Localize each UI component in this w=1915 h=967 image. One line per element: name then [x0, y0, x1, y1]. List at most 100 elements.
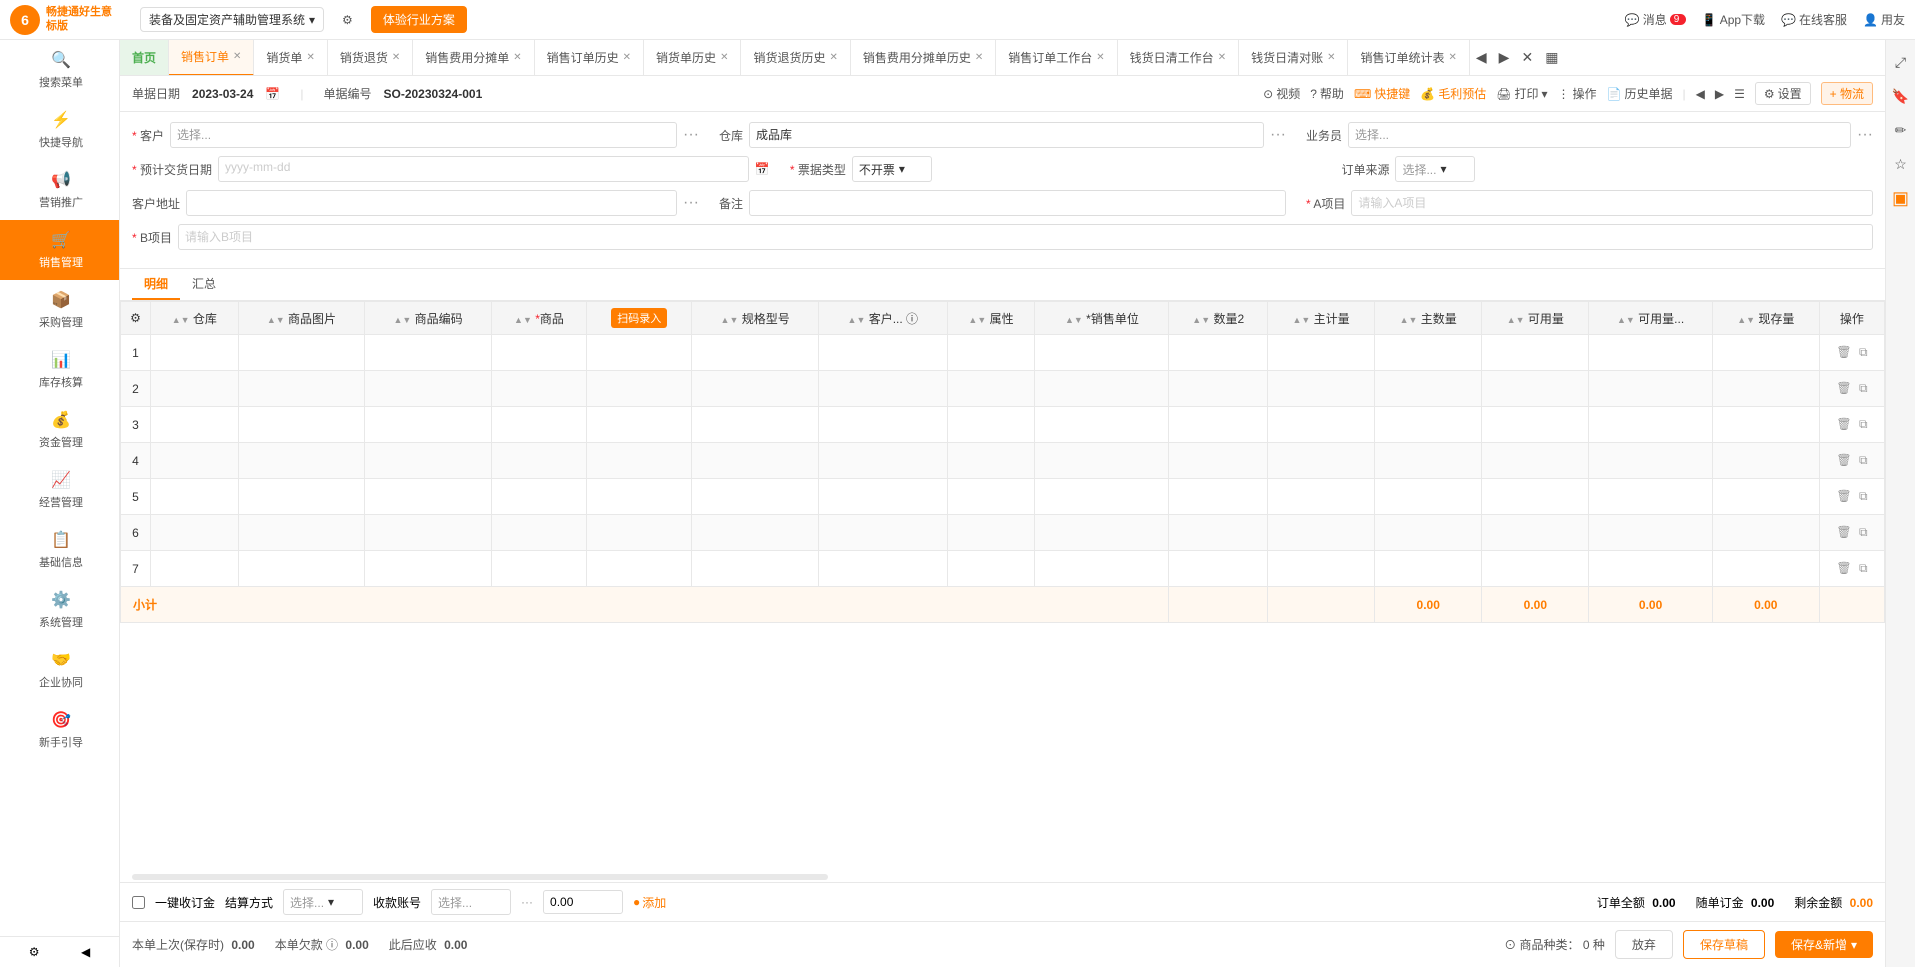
th-current-qty[interactable]: ▲▼ 现存量: [1712, 302, 1819, 335]
setup-button[interactable]: ⚙ 设置: [1755, 82, 1811, 105]
settings-icon[interactable]: ⚙: [29, 945, 40, 959]
copy-row-icon[interactable]: ⧉: [1859, 345, 1868, 359]
bookmark-icon[interactable]: 🔖: [1889, 84, 1913, 108]
th-avail-qty[interactable]: ▲▼ 可用量: [1482, 302, 1589, 335]
row-actions[interactable]: 🗑 ⧉: [1819, 551, 1884, 587]
row-current-qty[interactable]: [1712, 335, 1819, 371]
th-main-unit[interactable]: ▲▼ 主计量: [1267, 302, 1374, 335]
row-actions[interactable]: 🗑 ⧉: [1819, 371, 1884, 407]
row-actions[interactable]: 🗑 ⧉: [1819, 443, 1884, 479]
discard-button[interactable]: 放弃: [1615, 930, 1673, 959]
tab-prev-button[interactable]: ◀: [1470, 40, 1493, 76]
tab-close-icon[interactable]: ✕: [975, 52, 983, 63]
profit-button[interactable]: 💰 毛利预估: [1420, 85, 1486, 102]
add-logistics-button[interactable]: + 物流: [1821, 82, 1873, 105]
online-service-button[interactable]: 💬 在线客服: [1781, 11, 1847, 28]
warehouse-expand-icon[interactable]: ···: [1270, 126, 1286, 144]
copy-row-icon[interactable]: ⧉: [1859, 381, 1868, 395]
edit-icon[interactable]: ✏: [1889, 118, 1913, 142]
row-product[interactable]: [491, 335, 586, 371]
delete-row-icon[interactable]: 🗑: [1836, 417, 1851, 431]
row-actions[interactable]: 🗑 ⧉: [1819, 407, 1884, 443]
save-draft-button[interactable]: 保存草稿: [1683, 930, 1765, 959]
account-select[interactable]: 选择...: [431, 889, 511, 915]
invoice-select[interactable]: 不开票 ▾: [852, 156, 932, 182]
row-unit[interactable]: [1035, 335, 1169, 371]
sidebar-item-stock[interactable]: 📊 库存核算: [0, 340, 119, 400]
next-record-icon[interactable]: ▶: [1715, 87, 1724, 101]
sidebar-item-quick[interactable]: ⚡ 快捷导航: [0, 100, 119, 160]
tab-sales-refund[interactable]: 销货退货 ✕: [328, 40, 413, 76]
b-project-input[interactable]: 请输入B项目: [178, 224, 1873, 250]
tab-close-icon[interactable]: ✕: [233, 51, 241, 62]
orange-action-icon[interactable]: ▣: [1889, 186, 1913, 210]
tab-layout-button[interactable]: ▦: [1539, 40, 1564, 76]
delete-row-icon[interactable]: 🗑: [1836, 453, 1851, 467]
row-avail-qty2[interactable]: [1589, 335, 1712, 371]
tab-sales-return[interactable]: 销货单 ✕: [254, 40, 327, 76]
expand-icon[interactable]: ⤢: [1889, 50, 1913, 74]
sidebar-item-guide[interactable]: 🎯 新手引导: [0, 700, 119, 760]
tab-close-icon[interactable]: ✕: [720, 52, 728, 63]
th-product[interactable]: ▲▼ *商品: [491, 302, 586, 335]
copy-row-icon[interactable]: ⧉: [1859, 453, 1868, 467]
message-button[interactable]: 💬 消息 9: [1625, 11, 1686, 28]
history-button[interactable]: 📄 历史单据: [1607, 85, 1673, 102]
row-warehouse[interactable]: [151, 335, 239, 371]
row-product-code[interactable]: [365, 335, 492, 371]
print-button[interactable]: 🖨 打印 ▾: [1496, 85, 1547, 102]
delete-row-icon[interactable]: 🗑: [1836, 525, 1851, 539]
sidebar-item-search[interactable]: 🔍 搜索菜单: [0, 40, 119, 100]
row-main-qty[interactable]: [1375, 335, 1482, 371]
tab-cash-clear[interactable]: 钱货日清工作台 ✕: [1118, 40, 1239, 76]
tab-close-icon[interactable]: ✕: [513, 52, 521, 63]
copy-row-icon[interactable]: ⧉: [1859, 489, 1868, 503]
sidebar-item-sales[interactable]: 🛒 销售管理: [0, 220, 119, 280]
tab-close-icon[interactable]: ✕: [1218, 52, 1226, 63]
tab-close-icon[interactable]: ✕: [306, 52, 314, 63]
sidebar-item-marketing[interactable]: 📢 营销推广: [0, 160, 119, 220]
tab-home[interactable]: 首页: [120, 40, 169, 76]
th-settings[interactable]: ⚙: [121, 302, 151, 335]
gear-settings-icon[interactable]: ⚙: [334, 11, 361, 29]
th-qty2[interactable]: ▲▼ 数量2: [1169, 302, 1268, 335]
tab-close-icon[interactable]: ✕: [1449, 52, 1457, 63]
salesperson-input[interactable]: 选择...: [1348, 122, 1851, 148]
sidebar-item-ops[interactable]: 📈 经营管理: [0, 460, 119, 520]
calendar-delivery-icon[interactable]: 📅: [755, 162, 770, 176]
th-unit[interactable]: ▲▼ *销售单位: [1035, 302, 1169, 335]
save-new-button[interactable]: 保存&新增 ▾: [1775, 931, 1873, 958]
address-expand-icon[interactable]: ···: [683, 194, 699, 212]
shortcut-button[interactable]: ⌨ 快捷键: [1354, 85, 1410, 102]
sidebar-item-corp[interactable]: 🤝 企业协同: [0, 640, 119, 700]
tab-sales-refund-hist[interactable]: 销货退货历史 ✕: [741, 40, 850, 76]
tab-close-icon[interactable]: ✕: [1096, 52, 1104, 63]
tab-next-button[interactable]: ▶: [1493, 40, 1516, 76]
row-actions[interactable]: 🗑 ⧉: [1819, 335, 1884, 371]
amount-input[interactable]: [543, 890, 623, 914]
th-scan[interactable]: 扫码录入: [587, 302, 692, 335]
table-scrollbar[interactable]: [120, 872, 1885, 882]
row-product-img[interactable]: [238, 335, 365, 371]
row-avail-qty[interactable]: [1482, 335, 1589, 371]
copy-row-icon[interactable]: ⧉: [1859, 525, 1868, 539]
operate-button[interactable]: ⋮ 操作: [1558, 85, 1597, 102]
th-attr[interactable]: ▲▼ 属性: [947, 302, 1035, 335]
app-download-button[interactable]: 📱 App下载: [1702, 11, 1765, 28]
copy-row-icon[interactable]: ⧉: [1859, 561, 1868, 575]
one-click-checkbox[interactable]: [132, 896, 145, 909]
row-main-unit[interactable]: [1267, 335, 1374, 371]
customer-input[interactable]: 选择...: [170, 122, 677, 148]
user-avatar[interactable]: 👤 用友: [1863, 11, 1905, 28]
sidebar-item-purchase[interactable]: 📦 采购管理: [0, 280, 119, 340]
th-customer-code[interactable]: ▲▼ 客户... ⓘ: [818, 302, 947, 335]
row-qty2[interactable]: [1169, 335, 1268, 371]
address-input[interactable]: [186, 190, 677, 216]
sidebar-item-base[interactable]: 📋 基础信息: [0, 520, 119, 580]
tab-summary[interactable]: 汇总: [180, 269, 228, 300]
tab-close-icon[interactable]: ✕: [392, 52, 400, 63]
prev-record-icon[interactable]: ◀: [1696, 87, 1705, 101]
warehouse-input[interactable]: 成品库: [749, 122, 1264, 148]
row-customer-code[interactable]: [818, 335, 947, 371]
tab-detail[interactable]: 明细: [132, 269, 180, 300]
